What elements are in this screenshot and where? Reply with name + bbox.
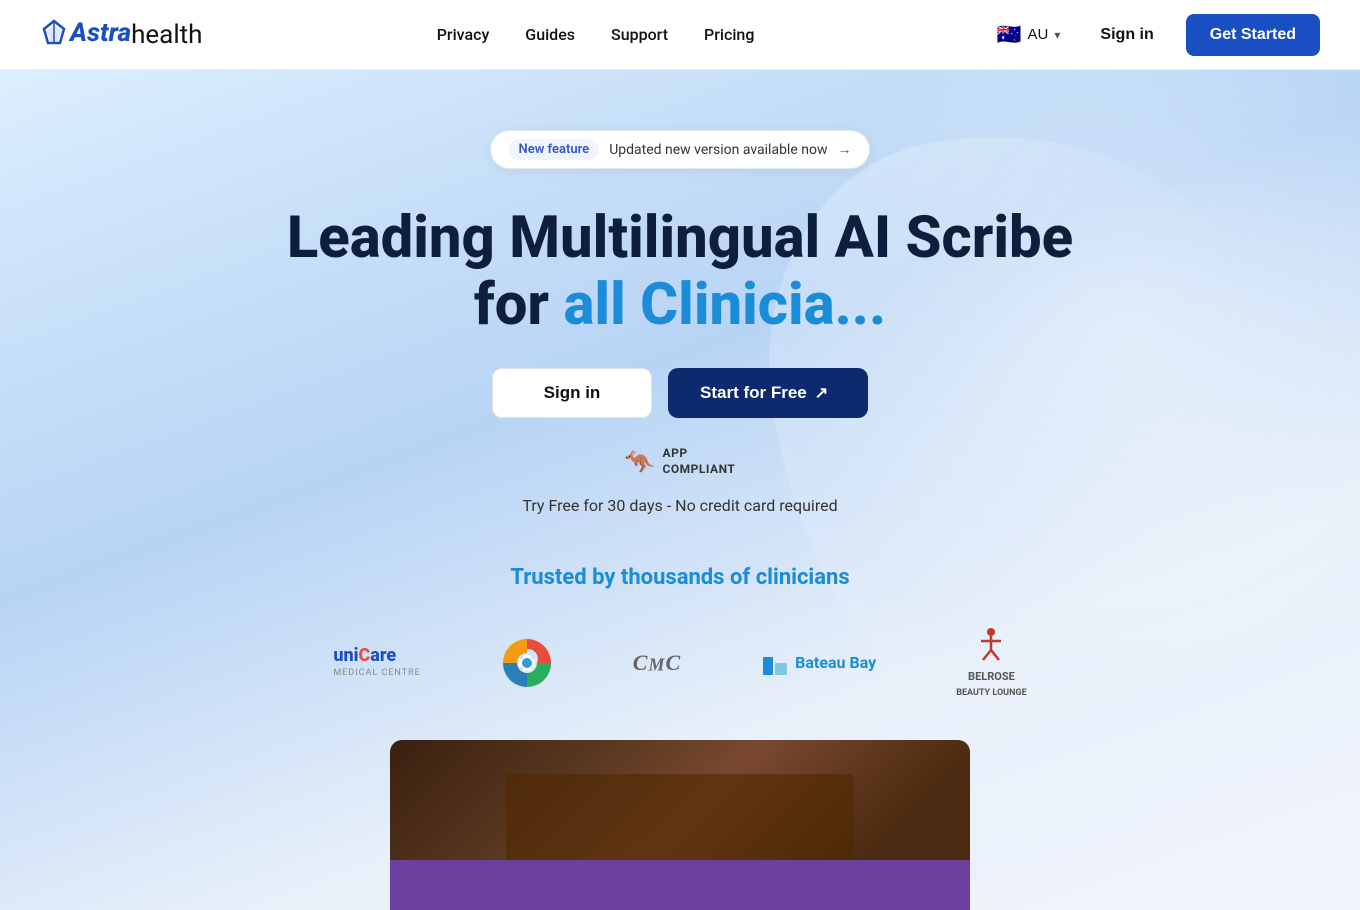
signin-nav-button[interactable]: Sign in xyxy=(1084,18,1169,52)
trial-text: Try Free for 30 days - No credit card re… xyxy=(522,496,837,515)
badge-new-label: New feature xyxy=(509,139,600,160)
cmc-logo: CMC xyxy=(633,650,681,676)
nav-privacy[interactable]: Privacy xyxy=(437,25,490,44)
hero-buttons: Sign in Start for Free ↗ xyxy=(492,368,868,418)
belrose-text: BELROSEBEAUTY LOUNGE xyxy=(956,669,1026,700)
start-btn-label: Start for Free xyxy=(700,383,807,403)
badge-description: Updated new version available now xyxy=(609,142,827,158)
logo[interactable]: Astrahealth xyxy=(40,18,202,50)
nav-right: 🇦🇺 AU ▾ Sign in Get Started xyxy=(989,14,1320,56)
hero-title-highlight: all Clinicia... xyxy=(563,271,886,339)
hero-section: New feature Updated new version availabl… xyxy=(0,70,1360,910)
belrose-logo: BELROSEBEAUTY LOUNGE xyxy=(956,626,1026,700)
kangaroo-icon: 🦘 xyxy=(625,448,655,476)
trusted-section: Trusted by thousands of clinicians uniCa… xyxy=(0,565,1360,740)
hero-title-line2-prefix: for xyxy=(474,271,564,339)
partner-logos: uniCare MEDICAL CENTRE xyxy=(0,626,1360,700)
announcement-badge[interactable]: New feature Updated new version availabl… xyxy=(490,130,871,169)
trusted-title: Trusted by thousands of clinicians xyxy=(0,565,1360,590)
video-purple-bar xyxy=(390,860,970,910)
external-link-icon: ↗ xyxy=(815,383,828,403)
hero-start-button[interactable]: Start for Free ↗ xyxy=(668,368,868,418)
app-compliant-text: APPCompliant xyxy=(663,446,736,477)
nav-guides[interactable]: Guides xyxy=(525,25,575,44)
hero-signin-button[interactable]: Sign in xyxy=(492,368,652,418)
chevron-down-icon: ▾ xyxy=(1054,28,1060,42)
bateau-bay-logo: Bateau Bay xyxy=(761,649,876,677)
crossplus-logo xyxy=(501,637,553,689)
video-preview[interactable] xyxy=(390,740,970,910)
nav-links: Privacy Guides Support Pricing xyxy=(437,25,755,44)
au-flag-icon: 🇦🇺 xyxy=(997,22,1022,47)
locale-label: AU xyxy=(1028,26,1049,43)
get-started-button[interactable]: Get Started xyxy=(1186,14,1320,56)
bateau-icon-svg xyxy=(761,649,789,677)
nav-support[interactable]: Support xyxy=(611,25,668,44)
unicare-logo: uniCare MEDICAL CENTRE xyxy=(333,646,420,680)
nav-pricing[interactable]: Pricing xyxy=(704,25,754,44)
hero-title-line1: Leading Multilingual AI Scribe xyxy=(287,204,1073,272)
crossplus-svg xyxy=(501,637,553,689)
belrose-figure-svg xyxy=(973,626,1009,662)
bateau-text: Bateau Bay xyxy=(795,653,876,672)
logo-health-text: health xyxy=(131,20,202,50)
hero-title: Leading Multilingual AI Scribe for all C… xyxy=(287,205,1073,338)
app-compliant-badge: 🦘 APPCompliant xyxy=(625,446,736,477)
logo-icon xyxy=(40,19,68,51)
navbar: Astrahealth Privacy Guides Support Prici… xyxy=(0,0,1360,70)
logo-astra-text: Astra xyxy=(40,18,131,50)
badge-arrow-icon: → xyxy=(837,141,851,158)
belrose-figure-icon xyxy=(956,626,1026,669)
locale-selector[interactable]: 🇦🇺 AU ▾ xyxy=(989,16,1069,53)
